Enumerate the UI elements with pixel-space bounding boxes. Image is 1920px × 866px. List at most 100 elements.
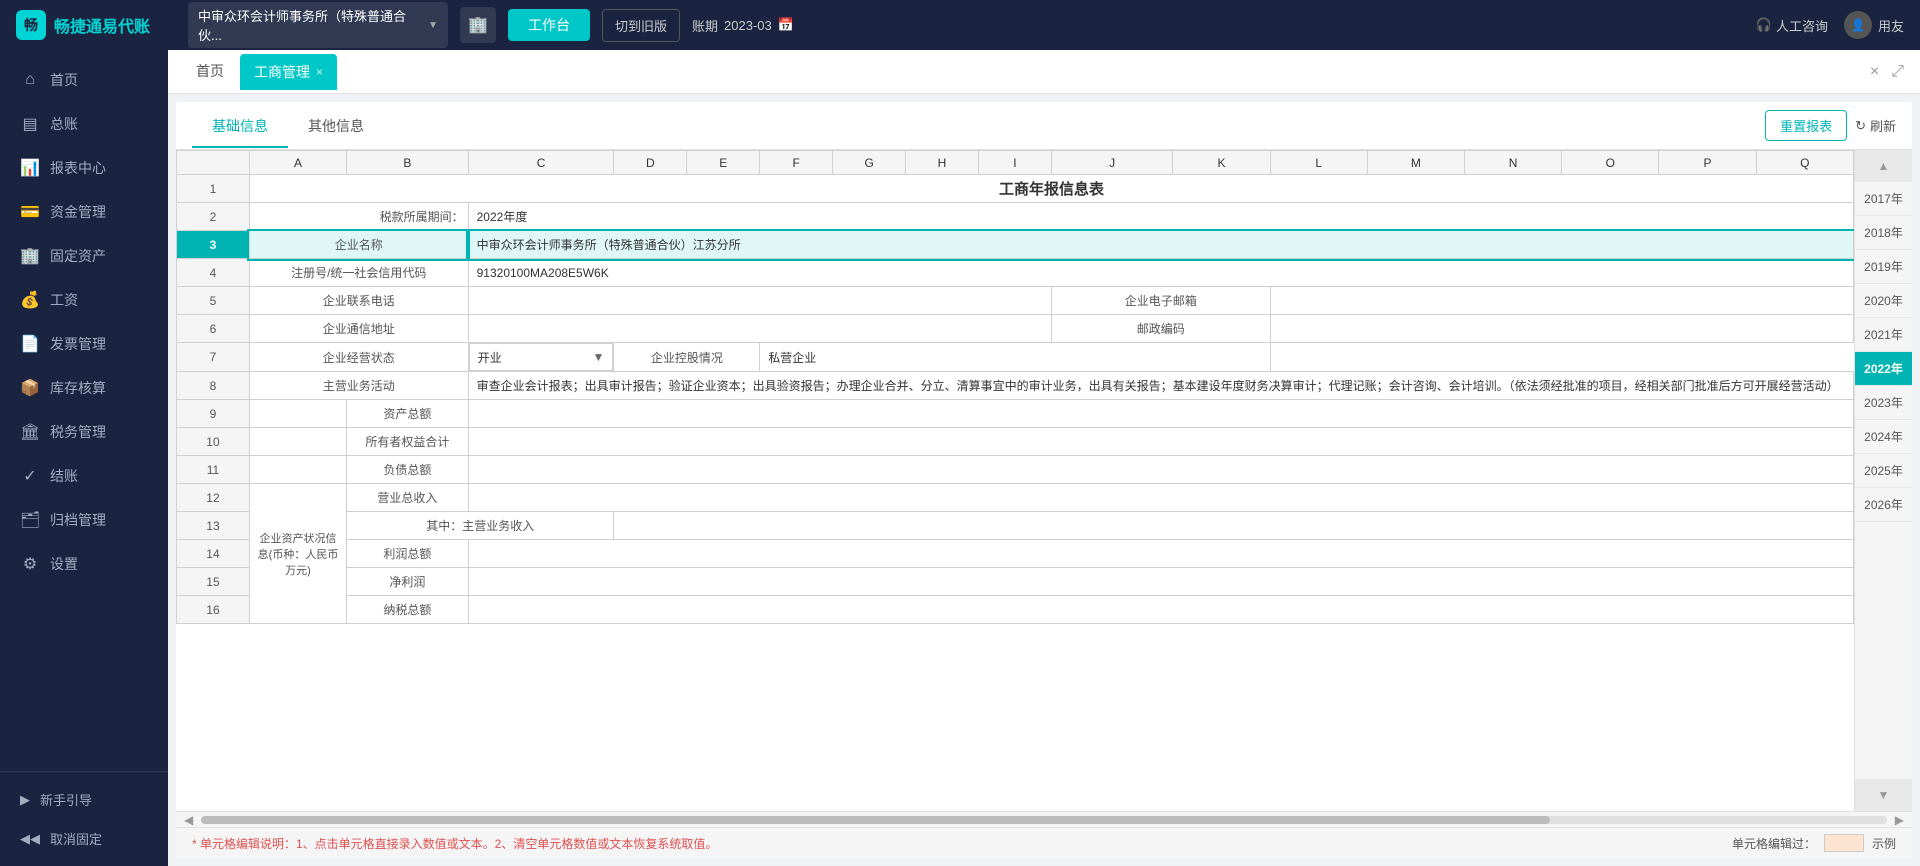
sidebar-item-report[interactable]: 📊 报表中心	[0, 146, 168, 190]
year-item-2019[interactable]: 2019年	[1855, 250, 1912, 284]
bottom-right: 单元格编辑过： 示例	[1732, 834, 1896, 852]
sidebar-label-funds: 资金管理	[50, 202, 106, 222]
sub-tab-other-label: 其他信息	[308, 118, 364, 134]
row7-label: 企业经营状态	[249, 343, 468, 372]
avatar: 👤	[1844, 11, 1872, 39]
row14-value[interactable]	[468, 540, 1853, 568]
spreadsheet-title[interactable]: 工商年报信息表	[249, 175, 1853, 203]
year-down-button[interactable]: ▼	[1855, 779, 1912, 811]
row8-value[interactable]: 审查企业会计报表；出具审计报告；验证企业资本；出具验资报告；办理企业合并、分立、…	[468, 372, 1853, 400]
year-item-2026[interactable]: 2026年	[1855, 488, 1912, 522]
table-row: 16 纳税总额	[177, 596, 1854, 624]
inventory-icon: 📦	[20, 378, 40, 398]
service-button[interactable]: 🎧 人工咨询	[1756, 16, 1828, 35]
user-menu[interactable]: 👤 用友	[1844, 11, 1904, 39]
scroll-left-arrow[interactable]: ◀	[180, 813, 197, 827]
row4-value[interactable]: 91320100MA208E5W6K	[468, 259, 1853, 287]
tab-home[interactable]: 首页	[184, 53, 236, 91]
ledger-icon: ▤	[20, 114, 40, 134]
row3-value[interactable]: 中审众环会计师事务所（特殊普通合伙）江苏分所	[468, 231, 1853, 259]
scroll-track[interactable]	[201, 816, 1887, 824]
spreadsheet-table: A B C D E F G H I J K L	[176, 150, 1854, 624]
row12-value[interactable]	[468, 484, 1853, 512]
row13-value[interactable]	[614, 512, 1854, 540]
year-item-2024[interactable]: 2024年	[1855, 420, 1912, 454]
row-num: 13	[177, 512, 250, 540]
row7-control[interactable]: 私营企业	[760, 343, 1270, 372]
workbench-button[interactable]: 工作台	[508, 9, 590, 41]
calendar-icon[interactable]: 📅	[778, 17, 794, 33]
col-header-j: J	[1051, 151, 1173, 175]
row-num-header	[177, 151, 250, 175]
row5-phone[interactable]	[468, 287, 1051, 315]
refresh-button[interactable]: ↻ 刷新	[1855, 116, 1896, 135]
col-header-e: E	[687, 151, 760, 175]
sub-tab-basic[interactable]: 基础信息	[192, 106, 288, 148]
sidebar-item-archive[interactable]: 🗂 归档管理	[0, 498, 168, 542]
row15-value[interactable]	[468, 568, 1853, 596]
row9-value[interactable]	[468, 400, 1853, 428]
year-item-2025[interactable]: 2025年	[1855, 454, 1912, 488]
spreadsheet-container: A B C D E F G H I J K L	[176, 150, 1912, 811]
row5-email[interactable]	[1270, 287, 1853, 315]
row16-value[interactable]	[468, 596, 1853, 624]
old-version-button[interactable]: 切到旧版	[602, 9, 680, 42]
company-selector[interactable]: 中审众环会计师事务所（特殊普通合伙... ▼	[188, 2, 448, 48]
year-item-2022[interactable]: 2022年	[1855, 352, 1912, 386]
row2-value[interactable]: 2022年度	[468, 203, 1853, 231]
sidebar-item-assets[interactable]: 🏢 固定资产	[0, 234, 168, 278]
table-row: 2 税款所属期间： 2022年度	[177, 203, 1854, 231]
horizontal-scrollbar[interactable]: ◀ ▶	[176, 811, 1912, 827]
row10-value[interactable]	[468, 428, 1853, 456]
table-row: 5 企业联系电话 企业电子邮箱	[177, 287, 1854, 315]
row13-b: 其中：主营业务收入	[347, 512, 614, 540]
year-item-2017[interactable]: 2017年	[1855, 182, 1912, 216]
year-item-2020[interactable]: 2020年	[1855, 284, 1912, 318]
row6-zip[interactable]	[1270, 315, 1853, 343]
sidebar-label-assets: 固定资产	[50, 246, 106, 266]
tab-expand-icon[interactable]: ⤢	[1891, 63, 1904, 81]
tab-close-icon[interactable]: ×	[1870, 63, 1879, 81]
logo-icon: 畅	[16, 10, 46, 40]
sidebar-nav: ⌂ 首页 ▤ 总账 📊 报表中心 💳 资金管理 🏢 固定资产 💰 工资	[0, 50, 168, 771]
tab-close-button[interactable]: ×	[316, 65, 323, 79]
sidebar-item-ledger[interactable]: ▤ 总账	[0, 102, 168, 146]
sub-tab-other[interactable]: 其他信息	[288, 106, 384, 148]
sidebar-item-funds[interactable]: 💳 资金管理	[0, 190, 168, 234]
scroll-right-arrow[interactable]: ▶	[1891, 813, 1908, 827]
year-up-button[interactable]: ▲	[1855, 150, 1912, 182]
tab-active-gongshang[interactable]: 工商管理 ×	[240, 54, 337, 90]
spreadsheet-wrapper[interactable]: A B C D E F G H I J K L	[176, 150, 1854, 811]
row6-addr[interactable]	[468, 315, 1051, 343]
sidebar-item-settings[interactable]: ⚙ 设置	[0, 542, 168, 586]
year-item-2021[interactable]: 2021年	[1855, 318, 1912, 352]
year-item-2018[interactable]: 2018年	[1855, 216, 1912, 250]
sidebar-item-tax[interactable]: 🏛 税务管理	[0, 410, 168, 454]
sidebar-item-inventory[interactable]: 📦 库存核算	[0, 366, 168, 410]
sidebar-item-closing[interactable]: ✓ 结账	[0, 454, 168, 498]
row-num: 4	[177, 259, 250, 287]
edit-example	[1824, 834, 1864, 852]
row11-value[interactable]	[468, 456, 1853, 484]
row7-control-label: 企业控股情况	[614, 343, 760, 372]
scroll-thumb[interactable]	[201, 816, 1549, 824]
sidebar-item-newbie[interactable]: ▶ 新手引导	[0, 780, 168, 819]
year-list: 2017年 2018年 2019年 2020年 2021年 2022年 2023…	[1855, 182, 1912, 779]
row3-label: 企业名称	[249, 231, 468, 259]
reset-button[interactable]: 重置报表	[1765, 110, 1847, 141]
sidebar-item-invoice[interactable]: 📄 发票管理	[0, 322, 168, 366]
home-icon: ⌂	[20, 71, 40, 89]
year-item-2023[interactable]: 2023年	[1855, 386, 1912, 420]
report-icon: 📊	[20, 158, 40, 178]
sidebar-item-payroll[interactable]: 💰 工资	[0, 278, 168, 322]
period-info: 账期 2023-03 📅	[692, 16, 794, 35]
company-icon-btn[interactable]: 🏢	[460, 7, 496, 43]
row7-status[interactable]: 开业▼	[469, 343, 614, 371]
table-row: 10 所有者权益合计	[177, 428, 1854, 456]
sidebar-label-payroll: 工资	[50, 290, 78, 310]
sidebar-item-unpin[interactable]: ◀◀ 取消固定	[0, 819, 168, 858]
settings-icon: ⚙	[20, 554, 40, 574]
row-num: 1	[177, 175, 250, 203]
tax-icon: 🏛	[20, 422, 40, 442]
sidebar-item-home[interactable]: ⌂ 首页	[0, 58, 168, 102]
